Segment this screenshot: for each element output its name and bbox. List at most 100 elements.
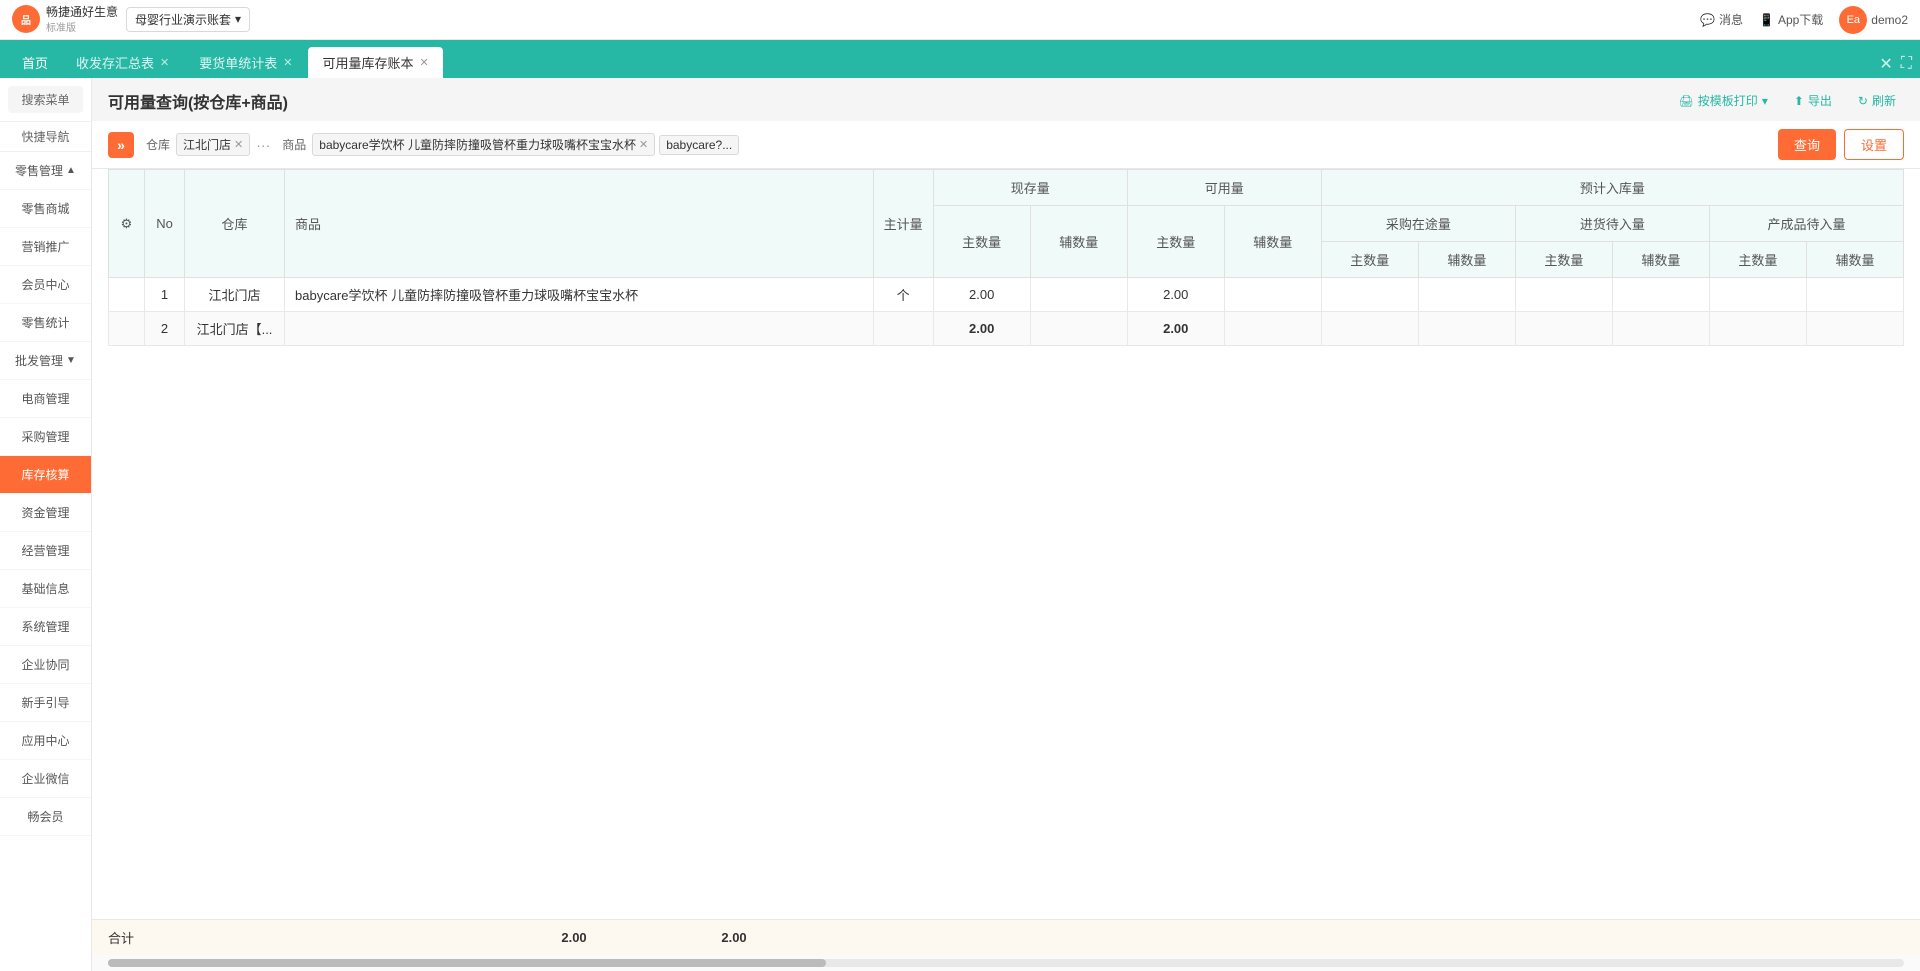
product-tag-1[interactable]: babycare学饮杯 儿童防摔防撞吸管杯重力球吸嘴杯宝宝水杯 ✕ xyxy=(312,133,655,156)
sidebar-item-app-center[interactable]: 应用中心 xyxy=(0,722,91,760)
sidebar-item-ecommerce-mgmt[interactable]: 电商管理 xyxy=(0,380,91,418)
close-all-icon[interactable]: ✕ xyxy=(1879,54,1892,74)
printer-icon: 🖨 xyxy=(1679,94,1694,108)
top-bar: 品 畅捷通好生意 标准版 母婴行业演示账套 ▾ 💬 消息 📱 App下载 Ea … xyxy=(0,0,1920,40)
col-pur-transit-aux-header: 辅数量 xyxy=(1418,242,1515,278)
search-menu-button[interactable]: 搜索菜单 xyxy=(8,86,83,113)
sidebar-item-purchase-mgmt[interactable]: 采购管理 xyxy=(0,418,91,456)
tab-available-inventory[interactable]: 可用量库存账本 ✕ xyxy=(308,47,442,78)
sidebar-item-label: 基础信息 xyxy=(21,580,69,597)
product-tag-2[interactable]: babycare?... xyxy=(659,135,739,155)
refresh-icon: ↻ xyxy=(1858,94,1868,108)
cell-no: 2 xyxy=(145,312,185,346)
col-purchase-transit-group-header: 采购在途量 xyxy=(1321,206,1515,242)
tab-receive-summary-label: 收发存汇总表 xyxy=(76,53,154,72)
sidebar-item-label: 零售统计 xyxy=(21,314,69,331)
col-product-header: 商品 xyxy=(285,170,874,278)
cell-incoming-aux xyxy=(1612,278,1709,312)
col-avail-main-header: 主数量 xyxy=(1127,206,1224,278)
sidebar-item-label: 零售商城 xyxy=(21,200,69,217)
sidebar-item-retail-mall[interactable]: 零售商城 xyxy=(0,190,91,228)
cell-pur-transit-aux xyxy=(1418,312,1515,346)
col-settings-header[interactable]: ⚙ xyxy=(109,170,145,278)
print-action[interactable]: 🖨 按模板打印 ▾ xyxy=(1671,88,1776,113)
cell-stock-aux xyxy=(1030,278,1127,312)
horizontal-scrollbar[interactable] xyxy=(108,959,1904,967)
col-incoming-main-header: 主数量 xyxy=(1515,242,1612,278)
top-bar-left: 品 畅捷通好生意 标准版 母婴行业演示账套 ▾ xyxy=(12,5,250,34)
sidebar-item-member-center[interactable]: 会员中心 xyxy=(0,266,91,304)
warehouse-filter-group: 仓库 江北门店 ✕ ··· xyxy=(146,133,270,156)
sidebar-item-enterprise-wechat[interactable]: 企业微信 xyxy=(0,760,91,798)
close-icon[interactable]: ✕ xyxy=(160,56,169,69)
tab-home[interactable]: 首页 xyxy=(8,47,62,78)
remove-product-tag-1-icon[interactable]: ✕ xyxy=(639,138,648,151)
tab-requisition-summary[interactable]: 要货单统计表 ✕ xyxy=(185,47,306,78)
close-icon[interactable]: ✕ xyxy=(283,56,292,69)
cell-incoming-main xyxy=(1515,312,1612,346)
chevron-icon: ▲ xyxy=(66,165,76,176)
sidebar-item-label: 应用中心 xyxy=(21,732,69,749)
sidebar-item-wholesale-mgmt[interactable]: 批发管理 ▼ xyxy=(0,342,91,380)
sidebar-item-inventory-accounting[interactable]: 库存核算 xyxy=(0,456,91,494)
cell-product-aux xyxy=(1806,278,1903,312)
brand-sub: 标准版 xyxy=(46,19,118,34)
sidebar-item-new-guide[interactable]: 新手引导 xyxy=(0,684,91,722)
filter-bar: » 仓库 江北门店 ✕ ··· 商品 babycare学饮杯 儿童防摔防撞吸管杯… xyxy=(92,121,1920,169)
warehouse-tag[interactable]: 江北门店 ✕ xyxy=(176,133,250,156)
col-warehouse-header: 仓库 xyxy=(185,170,285,278)
avatar: Ea xyxy=(1839,6,1867,34)
bottom-bar: 合计 2.00 2.00 xyxy=(92,919,1920,955)
remove-warehouse-tag-icon[interactable]: ✕ xyxy=(234,138,243,151)
filter-toggle-button[interactable]: » xyxy=(108,132,134,158)
sidebar: 搜索菜单 快捷导航 零售管理 ▲ 零售商城 营销推广 会员中心 零售统计 批发管… xyxy=(0,78,92,971)
sidebar-item-basic-info[interactable]: 基础信息 xyxy=(0,570,91,608)
warehouse-more-icon[interactable]: ··· xyxy=(256,137,270,153)
industry-selector[interactable]: 母婴行业演示账套 ▾ xyxy=(126,7,250,32)
cell-pur-transit-main xyxy=(1321,278,1418,312)
scroll-thumb[interactable] xyxy=(108,959,826,967)
sidebar-item-member[interactable]: 畅会员 xyxy=(0,798,91,836)
warehouse-filter-label: 仓库 xyxy=(146,136,170,153)
tab-receive-summary[interactable]: 收发存汇总表 ✕ xyxy=(62,47,183,78)
cell-product-main xyxy=(1709,278,1806,312)
sidebar-item-label: 畅会员 xyxy=(27,808,63,825)
col-incoming-pending-group-header: 进货待入量 xyxy=(1515,206,1709,242)
sidebar-item-label: 零售管理 xyxy=(15,162,63,179)
col-stock-group-header: 现存量 xyxy=(933,170,1127,206)
export-action[interactable]: ⬆ 导出 xyxy=(1786,88,1840,113)
message-icon: 💬 xyxy=(1700,13,1715,27)
sidebar-item-finance-mgmt[interactable]: 资金管理 xyxy=(0,494,91,532)
product-filter-tags: babycare学饮杯 儿童防摔防撞吸管杯重力球吸嘴杯宝宝水杯 ✕ babyca… xyxy=(312,133,739,156)
app-download-action[interactable]: 📱 App下载 xyxy=(1759,11,1823,28)
sidebar-item-operations-mgmt[interactable]: 经营管理 xyxy=(0,532,91,570)
refresh-action[interactable]: ↻ 刷新 xyxy=(1850,88,1904,113)
sidebar-item-retail-stats[interactable]: 零售统计 xyxy=(0,304,91,342)
close-icon[interactable]: ✕ xyxy=(420,56,429,69)
expand-icon[interactable]: ⛶ xyxy=(1901,55,1912,73)
col-incoming-aux-header: 辅数量 xyxy=(1612,242,1709,278)
cell-incoming-aux xyxy=(1612,312,1709,346)
sidebar-item-quick-nav[interactable]: 快捷导航 xyxy=(0,122,91,152)
sidebar-item-marketing[interactable]: 营销推广 xyxy=(0,228,91,266)
table-area: ⚙ No 仓库 商品 主计量 现存量 可用量 预计入库量 主数量 辅数量 主数量… xyxy=(92,169,1920,919)
sidebar-item-label: 资金管理 xyxy=(21,504,69,521)
user-profile[interactable]: Ea demo2 xyxy=(1839,6,1908,34)
sidebar-item-retail-mgmt[interactable]: 零售管理 ▲ xyxy=(0,152,91,190)
col-product-pending-group-header: 产成品待入量 xyxy=(1709,206,1903,242)
brand-logo: 品 畅捷通好生意 标准版 xyxy=(12,5,118,34)
cell-product: babycare学饮杯 儿童防摔防撞吸管杯重力球吸嘴杯宝宝水杯 xyxy=(285,278,874,312)
col-forecast-group-header: 预计入库量 xyxy=(1321,170,1903,206)
phone-icon: 📱 xyxy=(1759,13,1774,27)
settings-button[interactable]: 设置 xyxy=(1844,129,1904,160)
cell-stock-main: 2.00 xyxy=(933,312,1030,346)
sidebar-item-system-mgmt[interactable]: 系统管理 xyxy=(0,608,91,646)
col-pur-transit-main-header: 主数量 xyxy=(1321,242,1418,278)
query-button[interactable]: 查询 xyxy=(1778,129,1836,160)
sidebar-search-area: 搜索菜单 xyxy=(0,78,91,122)
table-row: 1 江北门店 babycare学饮杯 儿童防摔防撞吸管杯重力球吸嘴杯宝宝水杯 个… xyxy=(109,278,1904,312)
sidebar-item-enterprise-collab[interactable]: 企业协同 xyxy=(0,646,91,684)
message-action[interactable]: 💬 消息 xyxy=(1700,11,1743,28)
sidebar-item-label: 企业协同 xyxy=(21,656,69,673)
total-stock-main: 2.00 xyxy=(534,930,614,945)
